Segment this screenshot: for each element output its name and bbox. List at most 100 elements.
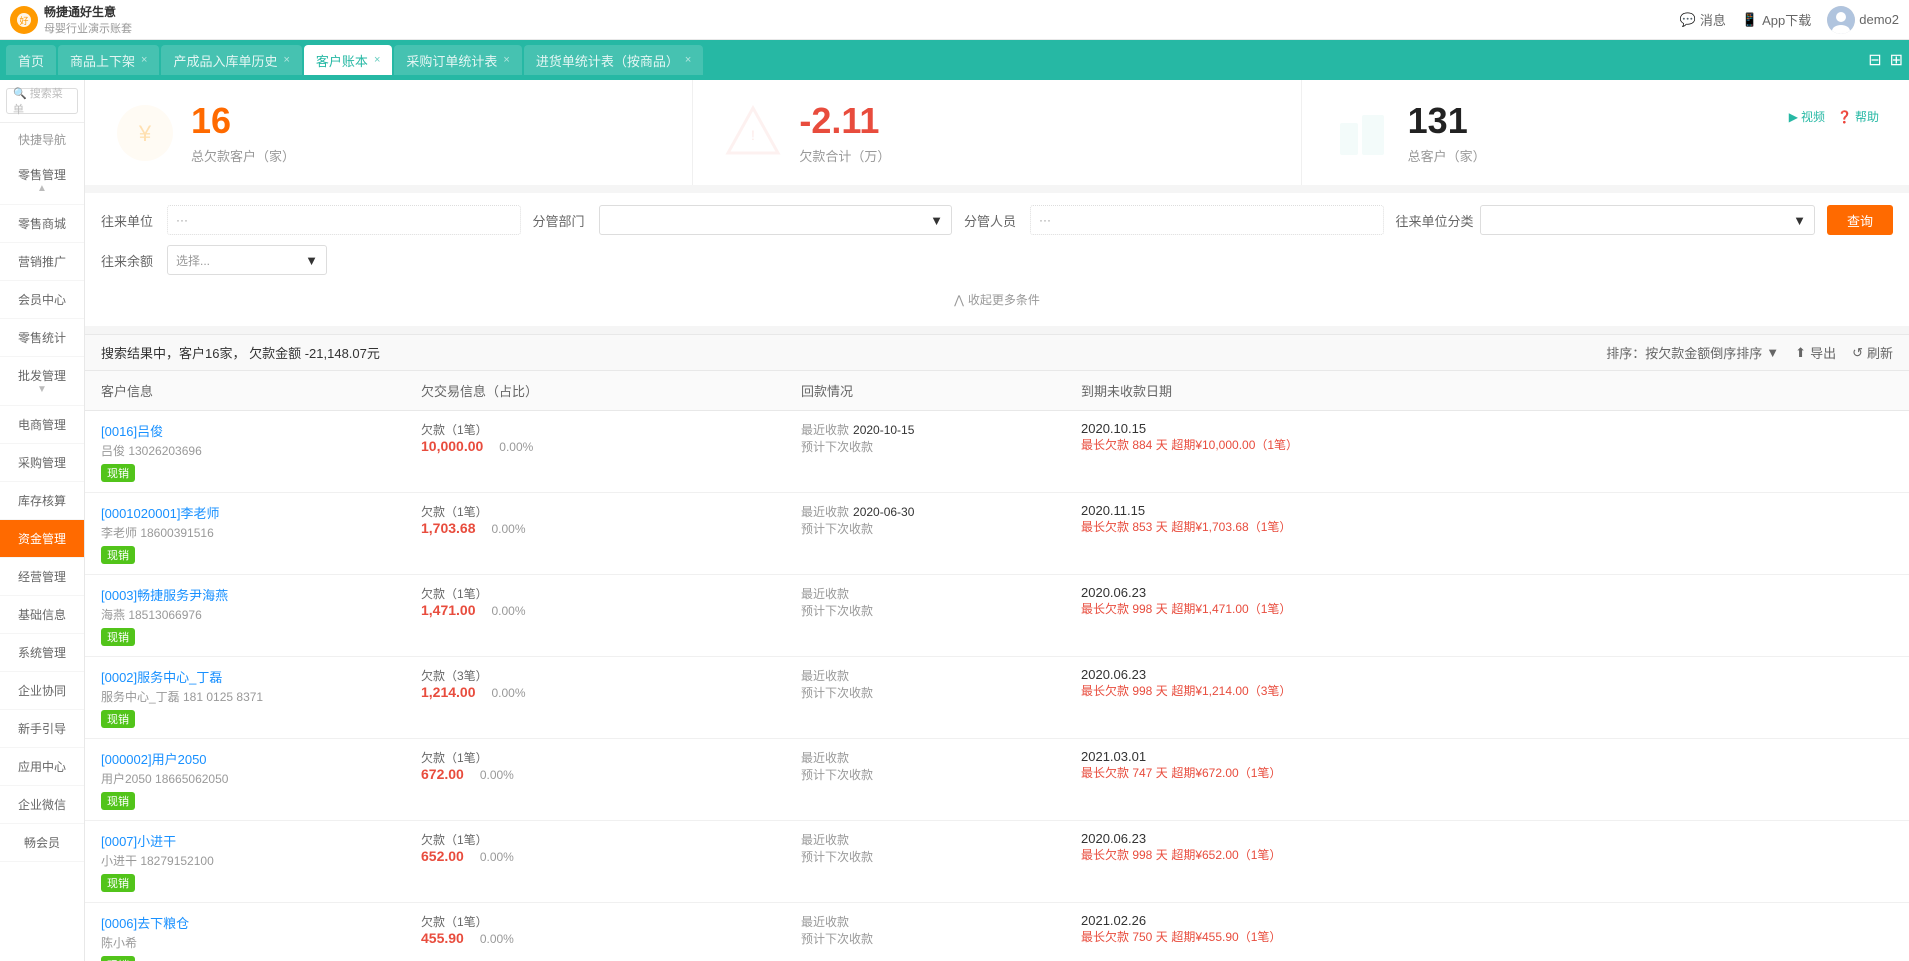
app-download-btn[interactable]: 📱 App下载 bbox=[1742, 10, 1811, 29]
sidebar-item-app-center[interactable]: 应用中心 bbox=[0, 748, 84, 786]
overdue-link-1[interactable]: 超期¥1,703.68（1笔） bbox=[1171, 520, 1291, 534]
overdue-link-6[interactable]: 超期¥455.90（1笔） bbox=[1171, 930, 1281, 944]
sidebar-item-retail-mall[interactable]: 零售商城 bbox=[0, 205, 84, 243]
view-btn[interactable]: ▶ 视频 bbox=[1789, 108, 1825, 125]
sidebar-item-guide[interactable]: 新手引导 bbox=[0, 710, 84, 748]
debt-amount-1[interactable]: 1,703.68 bbox=[421, 520, 476, 536]
sidebar-item-system[interactable]: 系统管理 bbox=[0, 634, 84, 672]
customer-name-4[interactable]: [000002]用户2050 bbox=[101, 752, 207, 767]
sidebar-item-inventory[interactable]: 库存核算 bbox=[0, 482, 84, 520]
sidebar-item-vip[interactable]: 畅会员 bbox=[0, 824, 84, 862]
sidebar-item-finance[interactable]: 资金管理 bbox=[0, 520, 84, 558]
sidebar-item-member[interactable]: 会员中心 bbox=[0, 281, 84, 319]
logo-area: 好 畅捷通好生意 母婴行业演示账套 bbox=[10, 3, 190, 36]
tab-purchase-stats[interactable]: 进货单统计表（按商品） × bbox=[524, 45, 703, 75]
tab-product-off-close[interactable]: × bbox=[141, 54, 147, 66]
debt-percent-0: 0.00% bbox=[499, 440, 533, 454]
help-btn[interactable]: ❓ 帮助 bbox=[1837, 108, 1879, 125]
tab-product-in[interactable]: 产成品入库单历史 × bbox=[161, 45, 301, 75]
table-row: [0007]小进干 小进干 18279152100 现销 欠款（1笔） 652.… bbox=[85, 821, 1909, 903]
tab-product-off[interactable]: 商品上下架 × bbox=[58, 45, 159, 75]
source-unit-input[interactable]: ··· bbox=[167, 205, 521, 235]
overdue-link-5[interactable]: 超期¥652.00（1笔） bbox=[1171, 848, 1281, 862]
customer-name-5[interactable]: [0007]小进干 bbox=[101, 834, 176, 849]
sidebar-item-corp-wechat[interactable]: 企业微信 bbox=[0, 786, 84, 824]
overdue-link-3[interactable]: 超期¥1,214.00（3笔） bbox=[1171, 684, 1291, 698]
sidebar-search-input[interactable]: 🔍 搜索菜单 bbox=[6, 88, 78, 114]
filter-unit-classify: 往来单位分类 ▼ bbox=[1396, 205, 1816, 235]
quick-nav: 快捷导航 bbox=[0, 123, 84, 156]
debt-amount-0[interactable]: 10,000.00 bbox=[421, 438, 483, 454]
debt-amount-3[interactable]: 1,214.00 bbox=[421, 684, 476, 700]
table-row: [0002]服务中心_丁磊 服务中心_丁磊 181 0125 8371 现销 欠… bbox=[85, 657, 1909, 739]
card-icon-2: ! bbox=[723, 103, 783, 163]
sidebar-item-operations[interactable]: 经营管理 bbox=[0, 558, 84, 596]
sidebar-item-enterprise[interactable]: 企业协同 bbox=[0, 672, 84, 710]
customer-name-6[interactable]: [0006]去下粮仓 bbox=[101, 916, 189, 931]
summary-card-1: ¥ 16 总欠款客户（家） bbox=[85, 80, 693, 185]
card-number-3: 131 bbox=[1408, 100, 1773, 142]
filter-balance: 往来余额 选择... ▼ bbox=[101, 245, 401, 275]
tab-purchase-stats-close[interactable]: × bbox=[685, 54, 691, 66]
system-label: 系统管理 bbox=[6, 644, 78, 661]
debt-amount-4[interactable]: 672.00 bbox=[421, 766, 464, 782]
tab-purchase-order-close[interactable]: × bbox=[503, 54, 509, 66]
svg-text:好: 好 bbox=[19, 15, 28, 26]
card-info-3: 131 总客户（家） bbox=[1408, 100, 1773, 165]
sidebar-item-retail-stats[interactable]: 零售统计 bbox=[0, 319, 84, 357]
customer-cell-4: [000002]用户2050 用户2050 18665062050 现销 bbox=[101, 749, 421, 810]
tab-product-off-label: 商品上下架 bbox=[70, 51, 135, 70]
tab-customer-account-close[interactable]: × bbox=[374, 54, 380, 66]
collapse-btn[interactable]: ⋀ 收起更多条件 bbox=[954, 291, 1040, 308]
sidebar-item-marketing[interactable]: 营销推广 bbox=[0, 243, 84, 281]
unit-classify-select[interactable]: ▼ bbox=[1480, 205, 1815, 235]
customer-sub-4: 用户2050 18665062050 bbox=[101, 770, 421, 787]
source-unit-label: 往来单位 bbox=[101, 211, 161, 230]
ecommerce-label: 电商管理 bbox=[6, 416, 78, 433]
debt-amount-2[interactable]: 1,471.00 bbox=[421, 602, 476, 618]
table-row-3: [0002]服务中心_丁磊 服务中心_丁磊 181 0125 8371 现销 欠… bbox=[85, 657, 1909, 738]
query-button[interactable]: 查询 bbox=[1827, 205, 1893, 235]
person-input[interactable]: ··· bbox=[1030, 205, 1384, 235]
main-content: ¥ 16 总欠款客户（家） ! -2.11 欠款合计（万） bbox=[85, 80, 1909, 961]
customer-name-3[interactable]: [0002]服务中心_丁磊 bbox=[101, 670, 222, 685]
sidebar-item-batch-mgmt[interactable]: 批发管理 ▼ bbox=[0, 357, 84, 406]
sidebar-item-ecommerce[interactable]: 电商管理 bbox=[0, 406, 84, 444]
customer-name-1[interactable]: [0001020001]李老师 bbox=[101, 506, 220, 521]
debt-amount-5[interactable]: 652.00 bbox=[421, 848, 464, 864]
table-row-6: [0006]去下粮仓 陈小希 现销 欠款（1笔） 455.90 0.00% 最近… bbox=[85, 903, 1909, 961]
tab-expand-icon[interactable]: ⊞ bbox=[1890, 50, 1903, 70]
sidebar-item-basic-info[interactable]: 基础信息 bbox=[0, 596, 84, 634]
tab-product-in-close[interactable]: × bbox=[283, 54, 289, 66]
balance-select[interactable]: 选择... ▼ bbox=[167, 245, 327, 275]
export-btn[interactable]: ⬆ 导出 bbox=[1795, 343, 1836, 362]
refresh-btn[interactable]: ↺ 刷新 bbox=[1852, 343, 1893, 362]
enterprise-label: 企业协同 bbox=[6, 682, 78, 699]
retail-mall-label: 零售商城 bbox=[6, 215, 78, 232]
filter-row-1: 往来单位 ··· 分管部门 ▼ 分管人员 ··· bbox=[101, 205, 1893, 235]
overdue-link-0[interactable]: 超期¥10,000.00（1笔） bbox=[1171, 438, 1298, 452]
tab-home[interactable]: 首页 bbox=[6, 45, 56, 75]
customer-name-2[interactable]: [0003]畅捷服务尹海燕 bbox=[101, 588, 228, 603]
tab-purchase-order[interactable]: 采购订单统计表 × bbox=[394, 45, 521, 75]
message-btn[interactable]: 💬 消息 bbox=[1680, 10, 1726, 29]
debt-amount-6[interactable]: 455.90 bbox=[421, 930, 464, 946]
filter-person: 分管人员 ··· bbox=[964, 205, 1384, 235]
overdue-link-4[interactable]: 超期¥672.00（1笔） bbox=[1171, 766, 1281, 780]
sort-control[interactable]: 排序：按欠款金额倒序排序 ▼ bbox=[1606, 343, 1779, 362]
filter-row-2: 往来余额 选择... ▼ bbox=[101, 245, 1893, 275]
overdue-link-2[interactable]: 超期¥1,471.00（1笔） bbox=[1171, 602, 1291, 616]
tab-customer-account[interactable]: 客户账本 × bbox=[304, 45, 392, 75]
sidebar-item-purchase[interactable]: 采购管理 bbox=[0, 444, 84, 482]
retail-mgmt-label: 零售管理 bbox=[6, 166, 78, 183]
basic-info-label: 基础信息 bbox=[6, 606, 78, 623]
customer-name-0[interactable]: [0016]吕俊 bbox=[101, 424, 163, 439]
customer-sub-1: 李老师 18600391516 bbox=[101, 524, 421, 541]
table-row-1: [0001020001]李老师 李老师 18600391516 现销 欠款（1笔… bbox=[85, 493, 1909, 574]
dept-select[interactable]: ▼ bbox=[599, 205, 953, 235]
user-avatar-area[interactable]: demo2 bbox=[1827, 6, 1899, 34]
tab-minimize-icon[interactable]: ⊟ bbox=[1868, 50, 1881, 70]
sidebar-item-retail-mgmt[interactable]: 零售管理 ▲ bbox=[0, 156, 84, 205]
play-icon: ▶ bbox=[1789, 110, 1798, 124]
debt-cell-6: 欠款（1笔） 455.90 0.00% bbox=[421, 913, 801, 946]
